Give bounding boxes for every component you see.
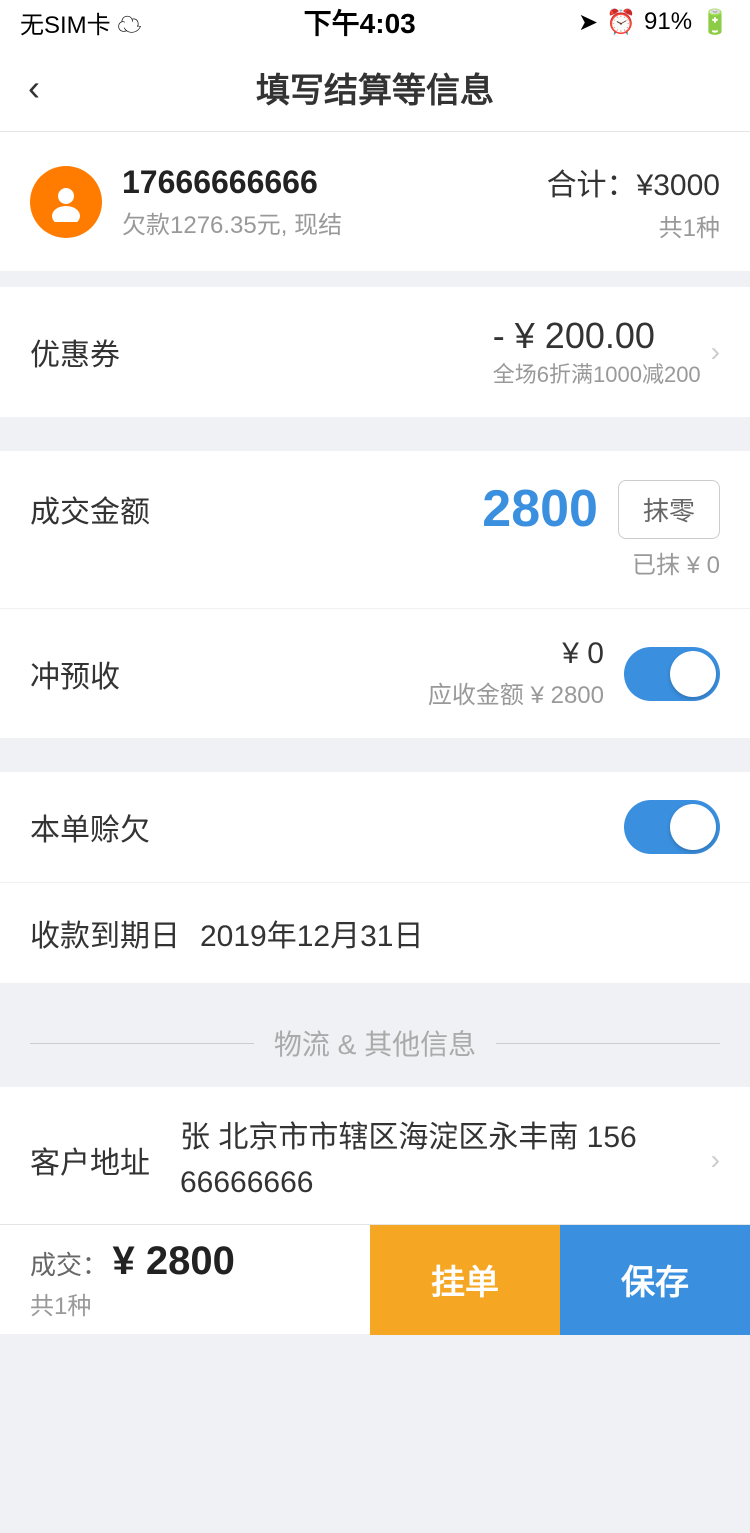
bottom-count: 共1种: [30, 1286, 340, 1321]
coupon-chevron-icon: ›: [711, 336, 720, 368]
section-separator-2: [0, 738, 750, 756]
deal-label: 成交金额: [30, 487, 150, 531]
deal-right: 2800 抹零: [482, 479, 720, 539]
precharge-sub: 应收金额 ¥ 2800: [428, 675, 604, 710]
due-date-label: 收款到期日: [30, 911, 180, 955]
status-bar: 无SIM卡 ☁ 下午4:03 ➤ ⏰ 91% 🔋: [0, 0, 750, 44]
status-right: ➤ ⏰ 91% 🔋: [578, 8, 730, 37]
divider-line-right: [496, 1043, 720, 1044]
bottom-deal-label: 成交：: [30, 1250, 108, 1280]
battery-icon: 🔋: [700, 8, 730, 37]
nav-bar: ‹ 填写结算等信息: [0, 44, 750, 132]
status-time: 下午4:03: [304, 2, 416, 42]
address-value: 张 北京市市辖区海淀区永丰南 156 66666666: [180, 1115, 711, 1205]
due-date-row: 收款到期日 2019年12月31日: [0, 882, 750, 983]
bottom-summary: 成交： ¥ 2800 共1种: [0, 1239, 370, 1321]
coupon-row[interactable]: 优惠券 - ¥ 200.00 全场6折满1000减200 ›: [0, 287, 750, 417]
coupon-label: 优惠券: [30, 330, 120, 374]
precharge-amount: ¥ 0: [428, 637, 604, 671]
save-button[interactable]: 保存: [560, 1225, 750, 1335]
precharge-right: ¥ 0 应收金额 ¥ 2800: [428, 637, 720, 710]
customer-phone: 17666666666: [122, 164, 342, 201]
address-row[interactable]: 客户地址 张 北京市市辖区海淀区永丰南 156 66666666 ›: [0, 1087, 750, 1233]
precharge-row: 冲预收 ¥ 0 应收金额 ¥ 2800: [0, 608, 750, 738]
coupon-discount: - ¥ 200.00: [493, 315, 701, 357]
bottom-deal-line: 成交： ¥ 2800: [30, 1239, 340, 1284]
bottom-deal-amount: ¥ 2800: [112, 1239, 234, 1283]
deal-amount: 2800: [482, 479, 598, 539]
customer-total: 合计：¥3000: [547, 160, 720, 204]
customer-card: 17666666666 欠款1276.35元, 现结 合计：¥3000 共1种: [0, 132, 750, 271]
avatar: [30, 166, 102, 238]
toggle-knob: [670, 651, 716, 697]
divider-line-left: [30, 1043, 254, 1044]
status-left: 无SIM卡 ☁: [20, 5, 141, 40]
precharge-toggle[interactable]: [624, 647, 720, 701]
address-chevron-icon: ›: [711, 1144, 720, 1176]
customer-sub: 欠款1276.35元, 现结: [122, 205, 342, 240]
debt-section: 本单赊欠: [0, 772, 750, 882]
signal-text: 无SIM卡 ☁: [20, 5, 141, 40]
debt-toggle-knob: [670, 804, 716, 850]
deal-section: 成交金额 2800 抹零 已抹 ¥ 0: [0, 451, 750, 608]
alarm-icon: ⏰: [606, 8, 636, 37]
round-button[interactable]: 抹零: [618, 480, 720, 539]
deal-row: 成交金额 2800 抹零: [30, 479, 720, 539]
customer-info: 17666666666 欠款1276.35元, 现结: [122, 164, 342, 240]
customer-left: 17666666666 欠款1276.35元, 现结: [30, 164, 342, 240]
debt-label: 本单赊欠: [30, 805, 150, 849]
location-icon: ➤: [578, 8, 598, 37]
logistics-text: 物流 & 其他信息: [274, 1023, 476, 1063]
deal-sub: 已抹 ¥ 0: [30, 545, 720, 580]
section-separator: [0, 433, 750, 451]
precharge-amount-block: ¥ 0 应收金额 ¥ 2800: [428, 637, 604, 710]
customer-count: 共1种: [547, 208, 720, 243]
battery-text: 91%: [644, 8, 692, 36]
logistics-divider: 物流 & 其他信息: [0, 999, 750, 1087]
address-label: 客户地址: [30, 1138, 150, 1182]
back-button[interactable]: ‹: [28, 67, 40, 109]
precharge-label: 冲预收: [30, 652, 120, 696]
customer-right: 合计：¥3000 共1种: [547, 160, 720, 243]
due-date-value: 2019年12月31日: [200, 911, 423, 955]
coupon-right: - ¥ 200.00 全场6折满1000减200 ›: [493, 315, 720, 389]
page-title: 填写结算等信息: [256, 63, 494, 112]
bottom-bar: 成交： ¥ 2800 共1种 挂单 保存: [0, 1224, 750, 1334]
hang-button[interactable]: 挂单: [370, 1225, 560, 1335]
debt-toggle[interactable]: [624, 800, 720, 854]
coupon-sub: 全场6折满1000减200: [493, 357, 701, 389]
